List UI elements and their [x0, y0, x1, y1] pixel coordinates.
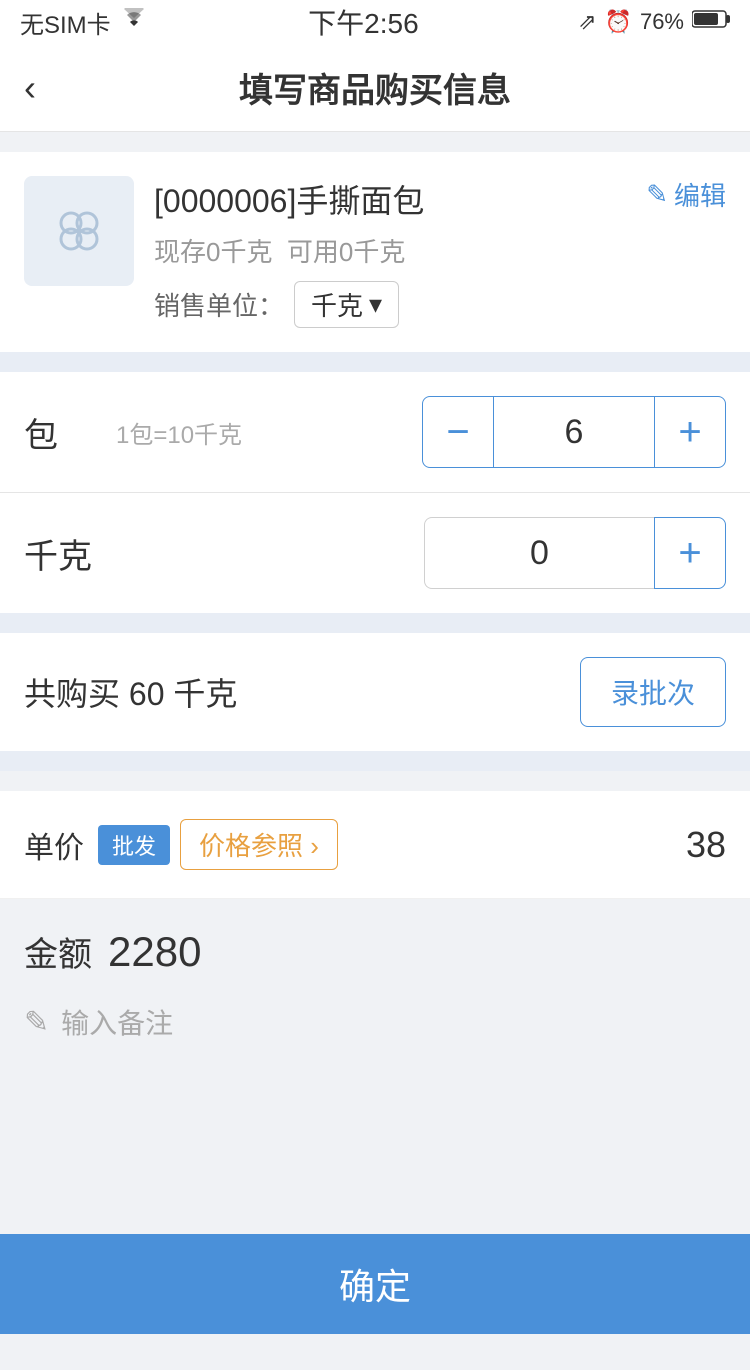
input-section: 包 1包=10千克 − + 千克 + — [0, 372, 750, 613]
package-hint: 1包=10千克 — [116, 415, 422, 450]
amount-value: 2280 — [108, 928, 201, 976]
batch-button[interactable]: 录批次 — [580, 657, 726, 727]
back-icon: ‹ — [24, 67, 36, 108]
alarm-icon: ⏰ — [605, 9, 632, 35]
package-plus-button[interactable]: + — [654, 396, 726, 468]
remark-row[interactable]: ✎ 输入备注 — [24, 992, 726, 1070]
product-unit-row: 销售单位： 千克 ▾ — [154, 281, 726, 328]
price-row: 单价 批发 价格参照 › 38 — [0, 791, 750, 899]
separator-1 — [0, 352, 750, 372]
separator-2 — [0, 613, 750, 633]
price-value: 38 — [686, 824, 726, 866]
amount-label: 金额 — [24, 927, 92, 976]
status-time: 下午2:56 — [308, 2, 419, 42]
package-input[interactable] — [494, 396, 654, 468]
kg-controls: + — [424, 517, 726, 589]
kg-row: 千克 + — [0, 493, 750, 613]
edit-icon: ✎ — [646, 179, 668, 210]
kg-label: 千克 — [24, 529, 424, 578]
separator-3 — [0, 751, 750, 771]
battery-text: 76% — [640, 9, 684, 35]
battery-icon — [692, 9, 730, 35]
product-card: [0000006]手撕面包 现存0千克 可用0千克 销售单位： 千克 ▾ ✎ 编… — [0, 152, 750, 352]
confirm-button[interactable]: 确定 — [339, 1258, 411, 1310]
back-button[interactable]: ‹ — [24, 67, 36, 109]
product-name: [0000006]手撕面包 — [154, 176, 726, 222]
status-left: 无SIM卡 — [20, 5, 149, 40]
price-section: 单价 批发 价格参照 › 38 — [0, 791, 750, 899]
kg-plus-button[interactable]: + — [654, 517, 726, 589]
pencil-icon: ✎ — [24, 1005, 49, 1040]
remark-placeholder: 输入备注 — [61, 1002, 173, 1042]
amount-row: 金额 2280 — [24, 927, 726, 976]
amount-section: 金额 2280 ✎ 输入备注 — [0, 899, 750, 1070]
price-tag: 批发 — [98, 825, 170, 865]
product-thumbnail — [24, 176, 134, 286]
total-text: 共购买 60 千克 — [24, 669, 237, 715]
product-stock: 现存0千克 可用0千克 — [154, 232, 726, 269]
location-icon: ⇗ — [578, 9, 596, 35]
confirm-bar[interactable]: 确定 — [0, 1234, 750, 1334]
package-controls: − + — [422, 396, 726, 468]
price-ref-button[interactable]: 价格参照 › — [180, 819, 338, 870]
carrier-text: 无SIM卡 — [20, 5, 111, 40]
product-info: [0000006]手撕面包 现存0千克 可用0千克 销售单位： 千克 ▾ — [154, 176, 726, 328]
edit-label: 编辑 — [674, 176, 726, 213]
nav-bar: ‹ 填写商品购买信息 — [0, 44, 750, 132]
wifi-icon — [119, 8, 149, 37]
unit-label: 销售单位： — [154, 286, 284, 323]
status-right: ⇗ ⏰ 76% — [578, 9, 730, 35]
status-bar: 无SIM卡 下午2:56 ⇗ ⏰ 76% — [0, 0, 750, 44]
page-title: 填写商品购买信息 — [239, 63, 511, 112]
package-row: 包 1包=10千克 − + — [0, 372, 750, 493]
total-row: 共购买 60 千克 录批次 — [0, 633, 750, 751]
kg-input[interactable] — [424, 517, 654, 589]
unit-select[interactable]: 千克 ▾ — [294, 281, 399, 328]
package-label: 包 — [24, 408, 104, 457]
edit-button[interactable]: ✎ 编辑 — [646, 176, 726, 213]
unit-value: 千克 — [311, 286, 363, 323]
price-label: 单价 — [24, 823, 84, 867]
package-minus-button[interactable]: − — [422, 396, 494, 468]
dropdown-icon: ▾ — [369, 289, 382, 320]
